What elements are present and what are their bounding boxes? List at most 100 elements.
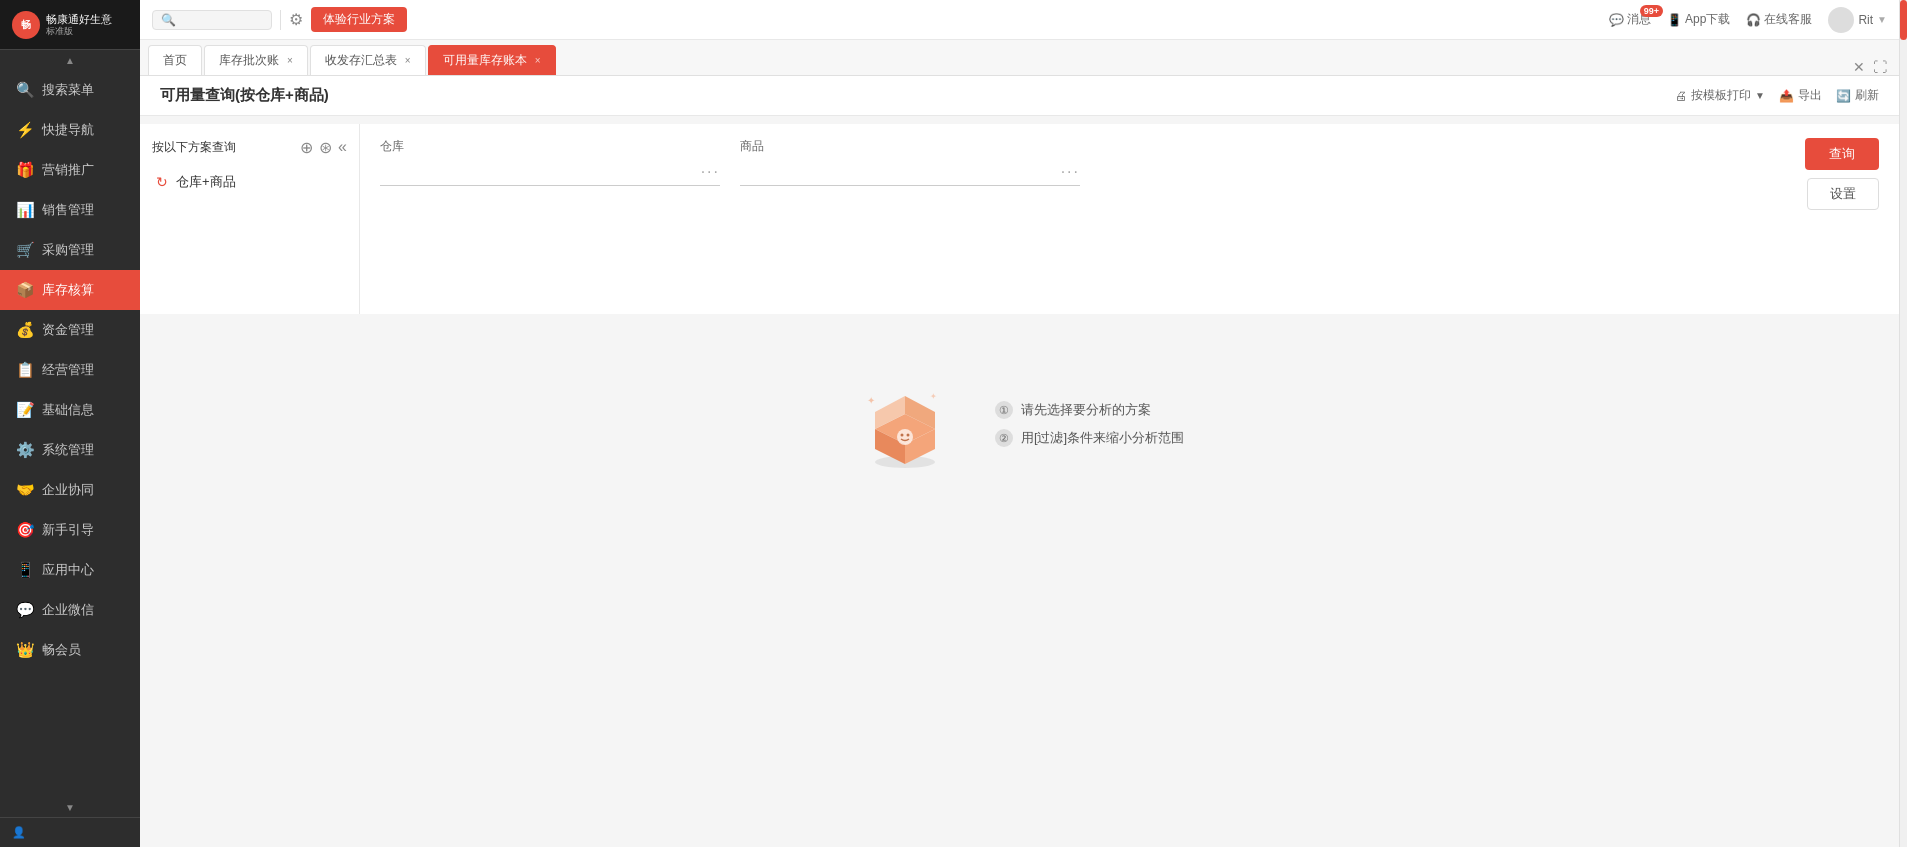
user-menu[interactable]: Rit ▼ bbox=[1828, 7, 1887, 33]
tab-batch-close[interactable]: × bbox=[287, 55, 293, 66]
search-icon: 🔍 bbox=[16, 81, 34, 99]
svg-point-6 bbox=[897, 429, 913, 445]
filter-row: 仓库 ··· 商品 ··· bbox=[380, 138, 1785, 186]
tab-batch[interactable]: 库存批次账 × bbox=[204, 45, 308, 75]
sidebar-item-collab[interactable]: 🤝 企业协同 bbox=[0, 470, 140, 510]
sidebar: 畅 畅康通好生意 标准版 ▲ 🔍 搜索菜单 ⚡ 快捷导航 🎁 营销推广 📊 销售… bbox=[0, 0, 140, 847]
empty-illustration: ✦ ✦ bbox=[855, 374, 955, 474]
header-search-box[interactable]: 🔍 bbox=[152, 10, 272, 30]
warehouse-input[interactable] bbox=[380, 165, 697, 180]
query-area: 按以下方案查询 ⊕ ⊛ « ↻ 仓库+商品 bbox=[140, 124, 1899, 314]
sidebar-item-sales[interactable]: 📊 销售管理 bbox=[0, 190, 140, 230]
print-icon: 🖨 bbox=[1675, 89, 1687, 103]
scheme-panel-header: 按以下方案查询 ⊕ ⊛ « bbox=[140, 134, 359, 165]
user-name: Rit bbox=[1858, 13, 1873, 27]
settings-scheme-icon[interactable]: ⊛ bbox=[319, 138, 332, 157]
logo-icon: 畅 bbox=[12, 11, 40, 39]
tab-summary-close[interactable]: × bbox=[405, 55, 411, 66]
sidebar-scroll-down[interactable]: ▼ bbox=[0, 797, 140, 817]
export-btn[interactable]: 📤 导出 bbox=[1779, 87, 1822, 104]
print-dropdown-icon: ▼ bbox=[1755, 90, 1765, 101]
sidebar-item-wechat[interactable]: 💬 企业微信 bbox=[0, 590, 140, 630]
tab-summary[interactable]: 收发存汇总表 × bbox=[310, 45, 426, 75]
scheme-panel-title: 按以下方案查询 bbox=[152, 139, 236, 156]
message-badge: 99+ bbox=[1640, 5, 1663, 17]
sidebar-scroll-up[interactable]: ▲ bbox=[0, 50, 140, 70]
sidebar-item-search[interactable]: 🔍 搜索菜单 bbox=[0, 70, 140, 110]
logo-text: 畅康通好生意 标准版 bbox=[46, 12, 112, 38]
empty-tips: ① 请先选择要分析的方案 ② 用[过滤]条件来缩小分析范围 bbox=[995, 401, 1184, 447]
shortcut-icon: ⚡ bbox=[16, 121, 34, 139]
online-service-btn[interactable]: 🎧 在线客服 bbox=[1746, 11, 1812, 28]
operations-icon: 📋 bbox=[16, 361, 34, 379]
chevron-down-icon: ▼ bbox=[1877, 14, 1887, 25]
collab-icon: 🤝 bbox=[16, 481, 34, 499]
sidebar-item-member[interactable]: 👑 畅会员 bbox=[0, 630, 140, 670]
add-scheme-icon[interactable]: ⊕ bbox=[300, 138, 313, 157]
query-button[interactable]: 查询 bbox=[1805, 138, 1879, 170]
newbie-icon: 🎯 bbox=[16, 521, 34, 539]
sidebar-item-appstore[interactable]: 📱 应用中心 bbox=[0, 550, 140, 590]
empty-tip-1: ① 请先选择要分析的方案 bbox=[995, 401, 1184, 419]
filter-field-warehouse: 仓库 ··· bbox=[380, 138, 720, 186]
tab-available[interactable]: 可用量库存账本 × bbox=[428, 45, 556, 75]
product-input[interactable] bbox=[740, 165, 1057, 180]
empty-state-inner: ✦ ✦ ① 请先选择要分析的方案 ② 用[过滤]条件来缩小分析范围 bbox=[855, 374, 1184, 474]
finance-icon: 💰 bbox=[16, 321, 34, 339]
sidebar-bottom[interactable]: 👤 bbox=[0, 817, 140, 847]
purchase-icon: 🛒 bbox=[16, 241, 34, 259]
basic-icon: 📝 bbox=[16, 401, 34, 419]
tip-num-2: ② bbox=[995, 429, 1013, 447]
sidebar-item-basic[interactable]: 📝 基础信息 bbox=[0, 390, 140, 430]
page-title: 可用量查询(按仓库+商品) bbox=[160, 86, 329, 105]
sidebar-item-shortcut[interactable]: ⚡ 快捷导航 bbox=[0, 110, 140, 150]
tab-home-label: 首页 bbox=[163, 52, 187, 69]
gear-icon[interactable]: ⚙ bbox=[289, 10, 303, 29]
tip-text-2: 用[过滤]条件来缩小分析范围 bbox=[1021, 429, 1184, 447]
sidebar-item-system[interactable]: ⚙️ 系统管理 bbox=[0, 430, 140, 470]
marketing-icon: 🎁 bbox=[16, 161, 34, 179]
tab-summary-label: 收发存汇总表 bbox=[325, 52, 397, 69]
appstore-icon: 📱 bbox=[16, 561, 34, 579]
trial-btn[interactable]: 体验行业方案 bbox=[311, 7, 407, 32]
svg-point-8 bbox=[906, 434, 909, 437]
warehouse-more-icon[interactable]: ··· bbox=[701, 163, 720, 181]
app-download-btn[interactable]: 📱 App下载 bbox=[1667, 11, 1730, 28]
tab-available-close[interactable]: × bbox=[535, 55, 541, 66]
settings-button[interactable]: 设置 bbox=[1807, 178, 1879, 210]
header-divider bbox=[280, 10, 281, 30]
search-input[interactable] bbox=[180, 13, 260, 27]
filter-field-product: 商品 ··· bbox=[740, 138, 1080, 186]
scrollbar-thumb bbox=[1900, 0, 1907, 40]
product-more-icon[interactable]: ··· bbox=[1061, 163, 1080, 181]
sidebar-logo: 畅 畅康通好生意 标准版 bbox=[0, 0, 140, 50]
collapse-icon[interactable]: « bbox=[338, 138, 347, 157]
product-input-wrap: ··· bbox=[740, 159, 1080, 186]
empty-state: ✦ ✦ ① 请先选择要分析的方案 ② 用[过滤]条件来缩小分析范围 bbox=[140, 314, 1899, 534]
header-actions: 💬 消息 99+ 📱 App下载 🎧 在线客服 Rit ▼ bbox=[1609, 7, 1887, 33]
scheme-item-warehouse-product[interactable]: ↻ 仓库+商品 bbox=[140, 165, 359, 199]
tab-home[interactable]: 首页 bbox=[148, 45, 202, 75]
sidebar-bottom-icon: 👤 bbox=[12, 826, 26, 839]
maximize-window-icon[interactable]: ⛶ bbox=[1873, 59, 1887, 75]
sidebar-item-newbie[interactable]: 🎯 新手引导 bbox=[0, 510, 140, 550]
page-title-bar: 可用量查询(按仓库+商品) 🖨 按模板打印 ▼ 📤 导出 🔄 刷新 bbox=[140, 76, 1899, 116]
empty-tip-2: ② 用[过滤]条件来缩小分析范围 bbox=[995, 429, 1184, 447]
close-window-icon[interactable]: ✕ bbox=[1853, 59, 1865, 75]
message-btn[interactable]: 💬 消息 99+ bbox=[1609, 11, 1651, 28]
right-scrollbar[interactable] bbox=[1899, 0, 1907, 847]
sidebar-item-inventory[interactable]: 📦 库存核算 bbox=[0, 270, 140, 310]
refresh-btn[interactable]: 🔄 刷新 bbox=[1836, 87, 1879, 104]
sidebar-item-marketing[interactable]: 🎁 营销推广 bbox=[0, 150, 140, 190]
print-btn[interactable]: 🖨 按模板打印 ▼ bbox=[1675, 87, 1765, 104]
tip-text-1: 请先选择要分析的方案 bbox=[1021, 401, 1151, 419]
sidebar-item-finance[interactable]: 💰 资金管理 bbox=[0, 310, 140, 350]
filter-panel: 仓库 ··· 商品 ··· bbox=[360, 124, 1805, 314]
sidebar-item-purchase[interactable]: 🛒 采购管理 bbox=[0, 230, 140, 270]
sidebar-item-operations[interactable]: 📋 经营管理 bbox=[0, 350, 140, 390]
main-area: 🔍 ⚙ 体验行业方案 💬 消息 99+ 📱 App下载 🎧 在线客服 Rit bbox=[140, 0, 1899, 847]
user-avatar bbox=[1828, 7, 1854, 33]
refresh-icon: 🔄 bbox=[1836, 89, 1851, 103]
filter-and-btn-area: 仓库 ··· 商品 ··· bbox=[360, 124, 1899, 314]
scheme-sync-icon: ↻ bbox=[156, 174, 168, 190]
